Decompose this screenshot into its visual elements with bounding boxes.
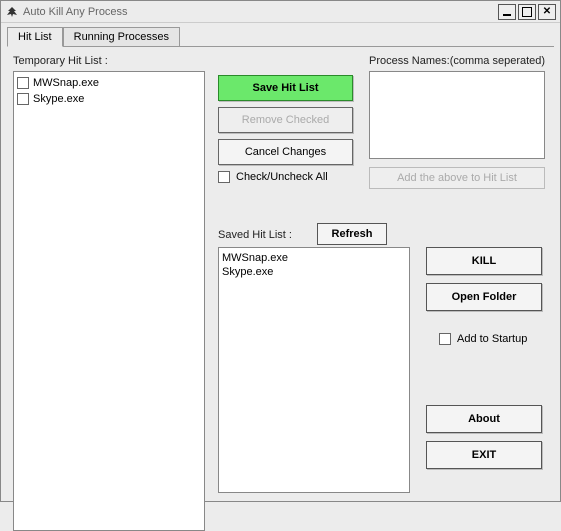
- button-label: Remove Checked: [242, 114, 329, 126]
- cancel-changes-button[interactable]: Cancel Changes: [218, 139, 353, 165]
- tab-hit-list[interactable]: Hit List: [7, 27, 63, 47]
- tab-bar: Hit List Running Processes: [1, 23, 560, 47]
- close-button[interactable]: ✕: [538, 4, 556, 20]
- list-item[interactable]: Skype.exe: [222, 265, 406, 279]
- save-hit-list-button[interactable]: Save Hit List: [218, 75, 353, 101]
- kill-button[interactable]: KILL: [426, 247, 542, 275]
- button-label: EXIT: [472, 449, 496, 461]
- button-label: About: [468, 413, 500, 425]
- tab-running-processes[interactable]: Running Processes: [63, 27, 180, 47]
- window-title: Auto Kill Any Process: [23, 6, 498, 18]
- checkbox[interactable]: [17, 93, 29, 105]
- add-to-startup-row: Add to Startup: [439, 333, 527, 345]
- process-names-label: Process Names:(comma seperated): [369, 55, 545, 67]
- minimize-button[interactable]: [498, 4, 516, 20]
- temporary-hit-list[interactable]: MWSnap.exe Skype.exe: [13, 71, 205, 531]
- process-name: Skype.exe: [33, 93, 84, 105]
- maximize-button[interactable]: [518, 4, 536, 20]
- check-all-checkbox[interactable]: [218, 171, 230, 183]
- process-name: MWSnap.exe: [33, 77, 99, 89]
- button-label: Open Folder: [452, 291, 517, 303]
- refresh-button[interactable]: Refresh: [317, 223, 387, 245]
- exit-button[interactable]: EXIT: [426, 441, 542, 469]
- check-all-label: Check/Uncheck All: [236, 171, 328, 183]
- button-label: Cancel Changes: [245, 146, 326, 158]
- tab-underline: [7, 46, 554, 47]
- app-icon: [5, 5, 19, 19]
- saved-hit-list[interactable]: MWSnap.exe Skype.exe: [218, 247, 410, 493]
- check-uncheck-all-row: Check/Uncheck All: [218, 171, 353, 183]
- add-to-startup-checkbox[interactable]: [439, 333, 451, 345]
- list-item[interactable]: MWSnap.exe: [222, 251, 406, 265]
- open-folder-button[interactable]: Open Folder: [426, 283, 542, 311]
- titlebar: Auto Kill Any Process ✕: [1, 1, 560, 23]
- add-to-hit-list-button[interactable]: Add the above to Hit List: [369, 167, 545, 189]
- button-label: KILL: [472, 255, 496, 267]
- tab-label: Running Processes: [74, 31, 169, 43]
- about-button[interactable]: About: [426, 405, 542, 433]
- tab-label: Hit List: [18, 31, 52, 43]
- process-names-input[interactable]: [369, 71, 545, 159]
- checkbox[interactable]: [17, 77, 29, 89]
- hit-list-panel: Temporary Hit List : MWSnap.exe Skype.ex…: [1, 47, 560, 501]
- app-window: Auto Kill Any Process ✕ Hit List Running…: [0, 0, 561, 502]
- button-label: Save Hit List: [252, 82, 318, 94]
- saved-hit-list-label: Saved Hit List :: [218, 229, 292, 241]
- temporary-hit-list-label: Temporary Hit List :: [13, 55, 108, 67]
- remove-checked-button[interactable]: Remove Checked: [218, 107, 353, 133]
- add-to-startup-label: Add to Startup: [457, 333, 527, 345]
- action-button-stack: Save Hit List Remove Checked Cancel Chan…: [218, 75, 353, 183]
- button-label: Add the above to Hit List: [397, 172, 517, 184]
- list-item[interactable]: Skype.exe: [17, 91, 201, 107]
- button-label: Refresh: [332, 228, 373, 240]
- list-item[interactable]: MWSnap.exe: [17, 75, 201, 91]
